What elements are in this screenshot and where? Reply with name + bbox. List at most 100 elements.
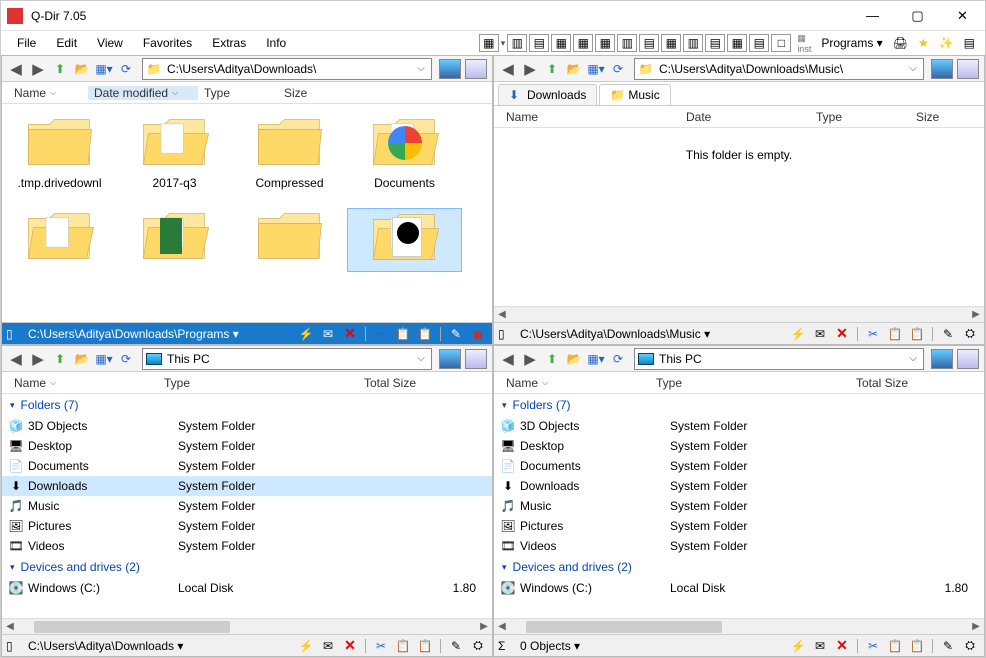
status-path[interactable]: C:\Users\Aditya\Downloads\Programs ▾ (24, 327, 294, 341)
menu-view[interactable]: View (87, 33, 133, 53)
layout-btn-6[interactable]: ▦ (595, 34, 615, 52)
lightning-icon[interactable]: ⚡ (788, 637, 808, 655)
maximize-button[interactable]: ▢ (895, 1, 940, 31)
list-item[interactable]: 🎵MusicSystem Folder (2, 496, 492, 516)
layout-btn-4[interactable]: ▦ (551, 34, 571, 52)
view-grid-icon[interactable]: ▦▾ (586, 349, 606, 369)
menu-edit[interactable]: Edit (46, 33, 87, 53)
menu-file[interactable]: File (7, 33, 46, 53)
layout-btn-11[interactable]: ▤ (705, 34, 725, 52)
address-dropdown-icon[interactable]: ⌵ (413, 353, 429, 364)
favorite-icon[interactable]: ★ (914, 36, 933, 50)
preview-toggle[interactable] (439, 349, 461, 369)
mail-icon[interactable]: ✉ (810, 325, 830, 343)
folder-item[interactable]: 2017-q3 (117, 114, 232, 190)
folder-item-selected[interactable] (347, 208, 462, 272)
nav-back-icon[interactable]: ◀ (498, 59, 518, 79)
menu-extras[interactable]: Extras (202, 33, 256, 53)
explorer-icon[interactable]: 📂 (564, 59, 584, 79)
preview-toggle[interactable] (931, 59, 953, 79)
layout-btn-13[interactable]: ▤ (749, 34, 769, 52)
status-path[interactable]: C:\Users\Aditya\Downloads\Music ▾ (516, 327, 786, 341)
list-item[interactable]: 🖥DesktopSystem Folder (2, 436, 492, 456)
explorer-icon[interactable]: 📂 (72, 59, 92, 79)
edit-icon[interactable]: ✎ (938, 325, 958, 343)
layout-btn-3[interactable]: ▤ (529, 34, 549, 52)
delete-icon[interactable]: ✕ (340, 637, 360, 655)
lightning-icon[interactable]: ⚡ (296, 325, 316, 343)
layout-btn-7[interactable]: ▥ (617, 34, 637, 52)
delete-icon[interactable]: ✕ (340, 325, 360, 343)
folder-item[interactable]: .tmp.drivedownl (2, 114, 117, 190)
layout-btn-8[interactable]: ▤ (639, 34, 659, 52)
mail-icon[interactable]: ✉ (318, 325, 338, 343)
wand-icon[interactable]: ✨ (935, 36, 958, 50)
col-total-size[interactable]: Total Size (850, 376, 978, 390)
col-name[interactable]: Name (500, 110, 680, 124)
delete-icon[interactable]: ✕ (832, 637, 852, 655)
horizontal-scrollbar[interactable]: ◀▶ (494, 306, 984, 322)
address-bar[interactable]: This PC ⌵ (634, 348, 924, 370)
list-item[interactable]: ⬇DownloadsSystem Folder (494, 476, 984, 496)
delete-icon[interactable]: ✕ (832, 325, 852, 343)
cut-icon[interactable]: ✂ (371, 637, 391, 655)
lightning-icon[interactable]: ⚡ (296, 637, 316, 655)
nav-forward-icon[interactable]: ▶ (520, 349, 540, 369)
nav-back-icon[interactable]: ◀ (6, 349, 26, 369)
folder-item[interactable]: Compressed (232, 114, 347, 190)
col-date-modified[interactable]: Date modified⌵ (88, 86, 198, 100)
file-grid[interactable]: .tmp.drivedownl 2017-q3 Compressed Docum… (2, 104, 492, 322)
group-header[interactable]: Folders (7) (2, 394, 492, 416)
explorer-icon[interactable]: 📂 (564, 349, 584, 369)
refresh-icon[interactable]: ⟳ (608, 59, 628, 79)
list-item[interactable]: 🖼PicturesSystem Folder (494, 516, 984, 536)
col-name[interactable]: Name⌵ (8, 86, 88, 100)
paste-icon[interactable]: 📋 (415, 325, 435, 343)
col-date[interactable]: Date (680, 110, 810, 124)
status-path[interactable]: 0 Objects ▾ (516, 639, 786, 653)
copy-icon[interactable]: 📋 (885, 637, 905, 655)
nav-forward-icon[interactable]: ▶ (520, 59, 540, 79)
address-dropdown-icon[interactable]: ⌵ (413, 63, 429, 74)
col-name[interactable]: Name⌵ (8, 376, 158, 390)
horizontal-scrollbar[interactable]: ◀▶ (2, 618, 492, 634)
print-icon[interactable]: 🖨 (889, 36, 912, 50)
address-dropdown-icon[interactable]: ⌵ (905, 63, 921, 74)
address-bar[interactable]: 📁 C:\Users\Aditya\Downloads\ ⌵ (142, 58, 432, 80)
edit-icon[interactable]: ✎ (938, 637, 958, 655)
up-icon[interactable]: ⬆ (542, 59, 562, 79)
horizontal-scrollbar[interactable]: ◀▶ (494, 618, 984, 634)
refresh-icon[interactable]: ⟳ (608, 349, 628, 369)
explorer-icon[interactable]: 📂 (72, 349, 92, 369)
layout-btn-5[interactable]: ▦ (573, 34, 593, 52)
folder-item[interactable] (117, 208, 232, 272)
address-bar[interactable]: This PC ⌵ (142, 348, 432, 370)
cut-icon[interactable]: ✂ (863, 325, 883, 343)
list-item[interactable]: 🖼PicturesSystem Folder (2, 516, 492, 536)
list-item[interactable]: 📄DocumentsSystem Folder (2, 456, 492, 476)
mail-icon[interactable]: ✉ (810, 637, 830, 655)
refresh-icon[interactable]: ⟳ (116, 59, 136, 79)
col-name[interactable]: Name⌵ (500, 376, 650, 390)
copy-icon[interactable]: 📋 (393, 637, 413, 655)
paste-icon[interactable]: 📋 (907, 637, 927, 655)
col-type[interactable]: Type (650, 376, 850, 390)
list-item[interactable]: 🧊3D ObjectsSystem Folder (2, 416, 492, 436)
copy-icon[interactable]: 📋 (393, 325, 413, 343)
cloud-toggle[interactable] (957, 349, 979, 369)
layout-dd[interactable]: ▾ (501, 38, 506, 49)
up-icon[interactable]: ⬆ (542, 349, 562, 369)
view-grid-icon[interactable]: ▦▾ (586, 59, 606, 79)
up-icon[interactable]: ⬆ (50, 349, 70, 369)
address-dropdown-icon[interactable]: ⌵ (905, 353, 921, 364)
paste-icon[interactable]: 📋 (415, 637, 435, 655)
close-button[interactable]: ✕ (940, 1, 985, 31)
view-grid-icon[interactable]: ▦▾ (94, 59, 114, 79)
list-item[interactable]: 🎵MusicSystem Folder (494, 496, 984, 516)
programs-menu[interactable]: Programs ▾ (817, 36, 886, 50)
layout-btn-10[interactable]: ▥ (683, 34, 703, 52)
options-icon[interactable]: ⛭ (960, 637, 980, 655)
cloud-toggle[interactable] (957, 59, 979, 79)
stop-icon[interactable]: ◼ (468, 325, 488, 343)
edit-icon[interactable]: ✎ (446, 325, 466, 343)
